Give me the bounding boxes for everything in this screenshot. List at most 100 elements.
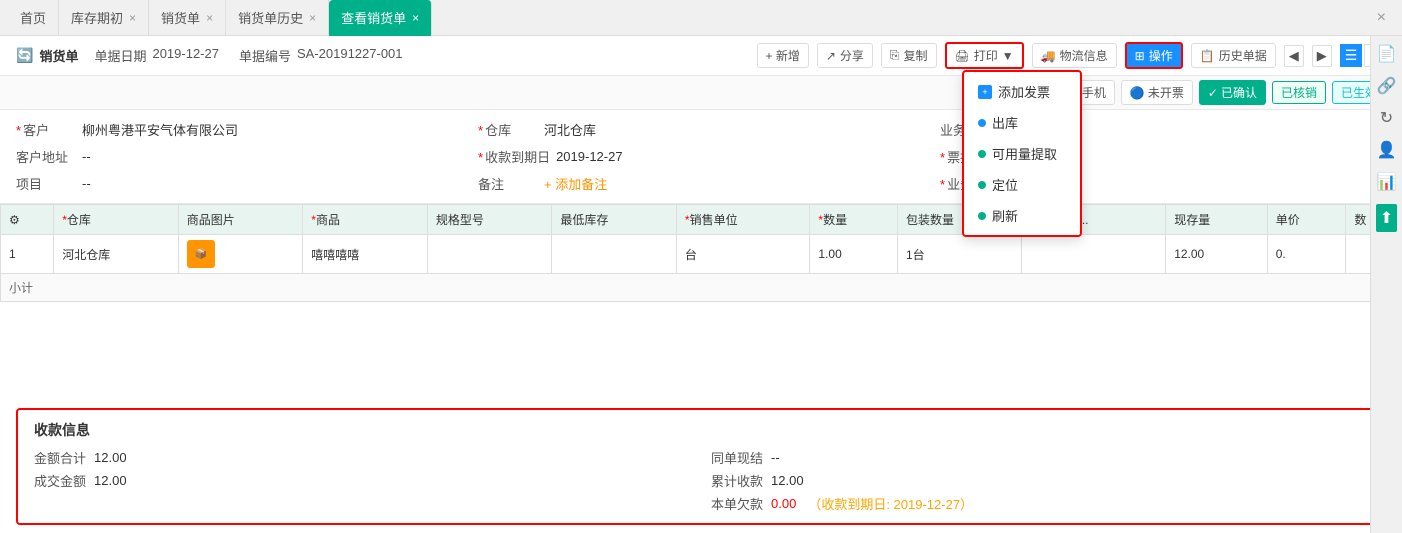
project-field: 项目 --	[16, 174, 462, 193]
sidebar-link-icon[interactable]: 🔗	[1377, 76, 1397, 96]
same-order-row: 同单现结 --	[711, 448, 1368, 467]
dropdown-refresh[interactable]: 刷新	[964, 200, 1080, 231]
doc-title: 销货单	[39, 46, 78, 65]
history-button[interactable]: 📋 历史单据	[1191, 43, 1276, 68]
window-close-button[interactable]: ×	[1369, 9, 1394, 27]
document-header: 🔄 销货单 单据日期 2019-12-27 单据编号 SA-20191227-0…	[0, 36, 1402, 76]
subtotal-row: 小计	[1, 274, 1402, 302]
same-order-value: --	[771, 450, 780, 465]
invoice-icon: 🔵	[1130, 86, 1145, 100]
outbound-icon	[978, 119, 986, 127]
doc-meta: 单据日期 2019-12-27 单据编号 SA-20191227-001	[94, 46, 756, 65]
payment-info-right: 同单现结 -- 累计收款 12.00 本单欠款 0.00 （收款到期日: 201…	[711, 448, 1368, 513]
next-arrow[interactable]: ▶	[1312, 45, 1332, 67]
product-image: 📦	[187, 240, 215, 268]
toolbar-row: 📱 来自手机 🔵 未开票 ✓ 已确认 已核销 已生效	[0, 76, 1402, 110]
owe-row: 本单欠款 0.00 （收款到期日: 2019-12-27）	[711, 494, 1368, 513]
sidebar-refresh-icon[interactable]: ↻	[1380, 108, 1393, 128]
print-button[interactable]: 🖨 打印 ▼	[945, 42, 1024, 69]
not-open-button[interactable]: 🔵 未开票	[1121, 80, 1193, 105]
table-header-row: ⚙ *仓库 商品图片 *商品 规格型号 最低库存 *销售单位 *数量 包装数量 …	[1, 205, 1402, 235]
close-view-sales-order-tab[interactable]: ×	[412, 11, 419, 25]
warehouse-value: 河北仓库	[544, 120, 596, 139]
new-button[interactable]: + 新增	[757, 43, 809, 68]
sidebar-chart-icon[interactable]: 📊	[1377, 172, 1397, 192]
logistics-icon: 🚚	[1041, 49, 1056, 63]
operate-dropdown-menu: + 添加发票 出库 可用量提取 定位 刷新	[962, 70, 1082, 237]
subtotal-label: 小计	[1, 274, 1402, 302]
cell-pack-qty: 1台	[897, 235, 1022, 274]
warehouse-label: 仓库	[478, 120, 538, 139]
history-icon: 📋	[1200, 49, 1215, 63]
close-sales-order-tab[interactable]: ×	[206, 11, 213, 25]
locate-icon	[978, 181, 986, 189]
col-min-stock: 最低库存	[552, 205, 677, 235]
project-label: 项目	[16, 174, 76, 193]
address-value: --	[82, 149, 91, 164]
payment-date-label: 收款到期日	[478, 147, 550, 166]
dropdown-outbound[interactable]: 出库	[964, 107, 1080, 138]
col-spec: 规格型号	[427, 205, 552, 235]
close-sales-history-tab[interactable]: ×	[309, 11, 316, 25]
cell-current-stock: 12.00	[1166, 235, 1268, 274]
payment-info-panel: 收款信息 金额合计 12.00 成交金额 12.00 同单现结 --	[16, 408, 1386, 525]
print-icon: 🖨	[955, 49, 970, 63]
transaction-value: 12.00	[94, 473, 127, 488]
address-label: 客户地址	[16, 147, 76, 166]
add-note-button[interactable]: + 添加备注	[544, 174, 607, 193]
cell-no: 1	[1, 235, 54, 274]
main-area: 🔄 销货单 单据日期 2019-12-27 单据编号 SA-20191227-0…	[0, 36, 1402, 533]
list-view-button[interactable]: ☰	[1340, 44, 1363, 67]
customer-field: 客户 柳州粤港平安气体有限公司	[16, 120, 462, 139]
share-icon: ↗	[826, 49, 836, 63]
sidebar-doc-icon[interactable]: 📄	[1377, 44, 1397, 64]
sold-status-badge: 已核销	[1272, 81, 1326, 104]
col-product: *商品	[303, 205, 428, 235]
sidebar-user-icon[interactable]: 👤	[1377, 140, 1397, 160]
confirm-button[interactable]: ✓ 已确认	[1199, 80, 1266, 105]
owe-value: 0.00	[771, 496, 796, 511]
project-value: --	[82, 176, 91, 191]
share-button[interactable]: ↗ 分享	[817, 43, 873, 68]
cumulative-value: 12.00	[771, 473, 804, 488]
note-label: 备注	[478, 174, 538, 193]
col-img: 商品图片	[178, 205, 303, 235]
dropdown-add-invoice[interactable]: + 添加发票	[964, 76, 1080, 107]
total-amount-row: 金额合计 12.00	[34, 448, 691, 467]
tab-home[interactable]: 首页	[8, 0, 59, 36]
operate-button[interactable]: ⊞ 操作	[1125, 42, 1183, 69]
copy-button[interactable]: ⎘ 复制	[881, 43, 937, 68]
right-sidebar: 📄 🔗 ↻ 👤 📊 ⬆	[1370, 36, 1402, 533]
tab-sales-history[interactable]: 销货单历史 ×	[226, 0, 329, 36]
transaction-label: 成交金额	[34, 471, 86, 490]
sidebar-expand-icon[interactable]: ⬆	[1376, 204, 1397, 232]
prev-arrow[interactable]: ◀	[1284, 45, 1304, 67]
tab-bar: 首页 库存期初 × 销货单 × 销货单历史 × 查看销货单 × ×	[0, 0, 1402, 36]
cell-sales-unit: 台	[676, 235, 810, 274]
cell-min-stock	[552, 235, 677, 274]
payment-date-value: 2019-12-27	[556, 149, 623, 164]
logistics-button[interactable]: 🚚 物流信息	[1032, 43, 1117, 68]
col-warehouse: *仓库	[54, 205, 179, 235]
payment-info-title: 收款信息	[34, 420, 1368, 440]
total-amount-value: 12.00	[94, 450, 127, 465]
dropdown-locate[interactable]: 定位	[964, 169, 1080, 200]
add-invoice-icon: +	[978, 85, 992, 99]
payment-info-left: 金额合计 12.00 成交金额 12.00	[34, 448, 691, 513]
tab-sales-order[interactable]: 销货单 ×	[149, 0, 226, 36]
same-order-label: 同单现结	[711, 448, 763, 467]
cumulative-label: 累计收款	[711, 471, 763, 490]
cell-available	[1022, 235, 1166, 274]
cumulative-row: 累计收款 12.00	[711, 471, 1368, 490]
check-icon: ✓	[1208, 86, 1218, 100]
transaction-row: 成交金额 12.00	[34, 471, 691, 490]
col-price: 单价	[1267, 205, 1346, 235]
tab-inventory-init[interactable]: 库存期初 ×	[59, 0, 149, 36]
tab-view-sales-order[interactable]: 查看销货单 ×	[329, 0, 432, 36]
owe-label: 本单欠款	[711, 494, 763, 513]
copy-icon: ⎘	[890, 48, 900, 63]
dropdown-available-extract[interactable]: 可用量提取	[964, 138, 1080, 169]
doc-icon: 🔄	[16, 47, 33, 64]
available-extract-icon	[978, 150, 986, 158]
close-inventory-init-tab[interactable]: ×	[129, 11, 136, 25]
